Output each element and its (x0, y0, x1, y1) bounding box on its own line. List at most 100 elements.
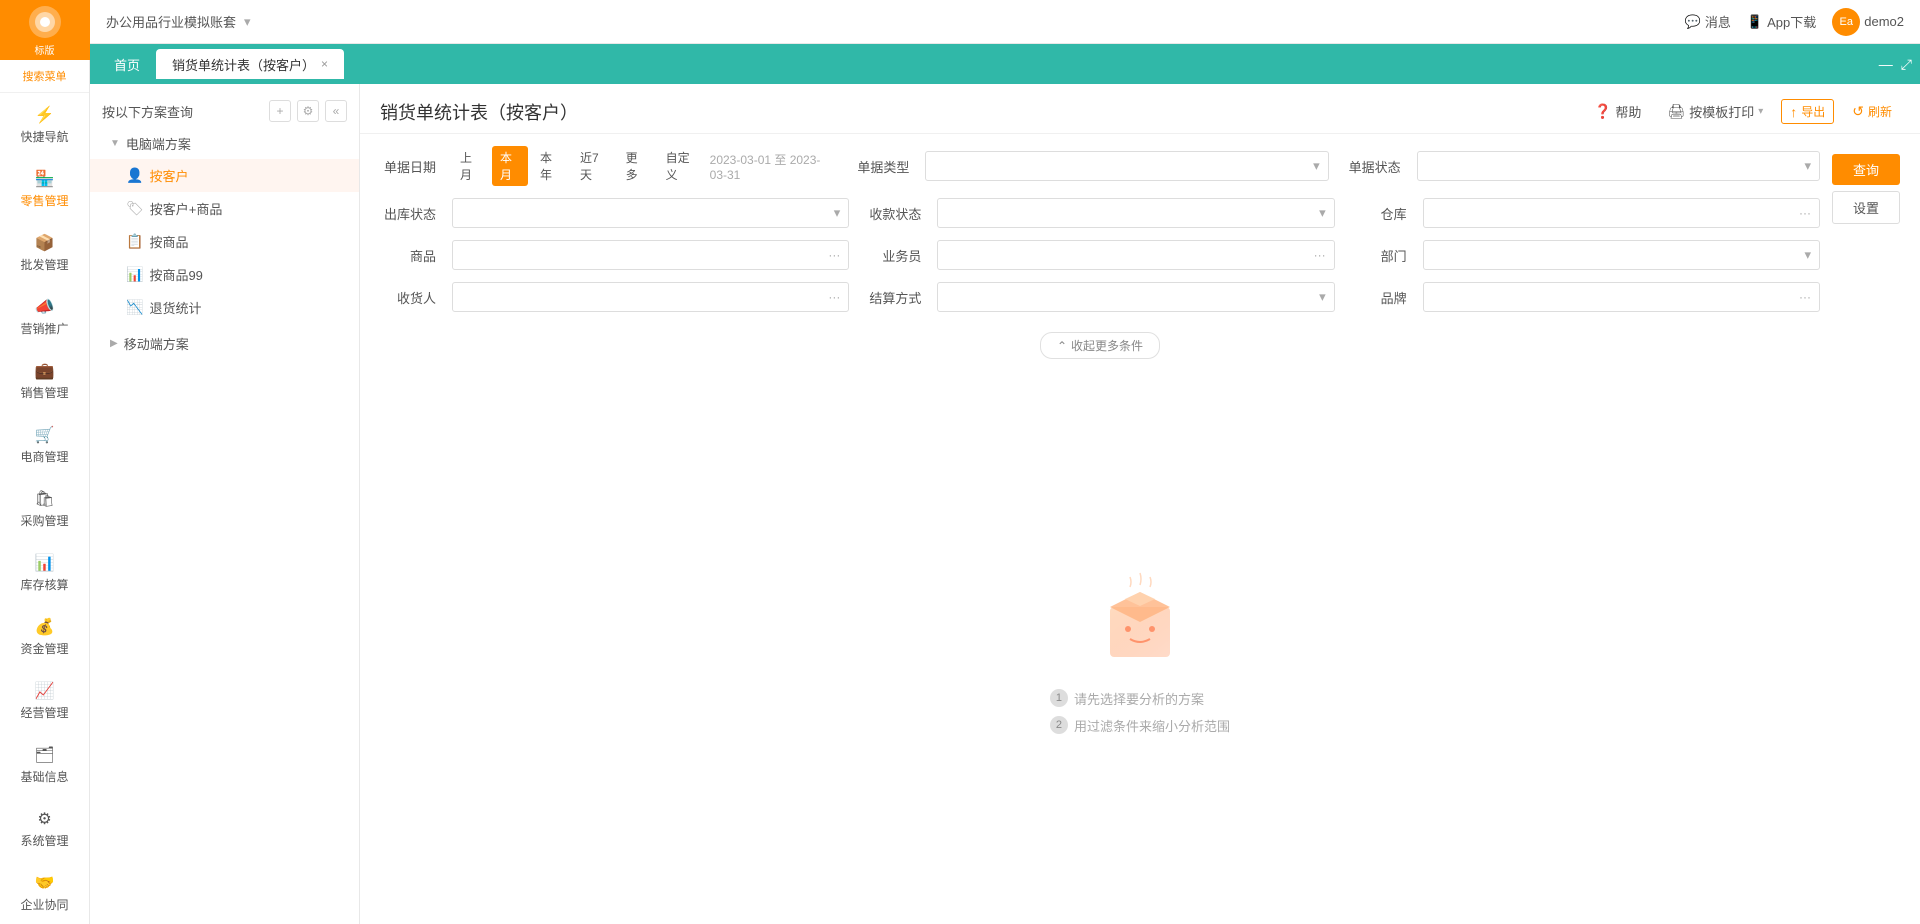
left-panel: 按以下方案查询 + ⚙ « ▼ 电脑端方案 (90, 84, 360, 924)
expand-icon[interactable]: ⤢ (1901, 56, 1912, 73)
sidebar-item-sales[interactable]: 💼 销售管理 (0, 349, 89, 413)
page-actions: ❓ 帮助 🖨 按模板打印 ▾ ↑ 导出 ↺ 刷新 (1586, 98, 1900, 125)
sidebar-item-quicknav[interactable]: ⚡ 快捷导航 (0, 93, 89, 157)
scheme-group-mobile-title[interactable]: ▶ 移动端方案 (90, 328, 359, 359)
settings-scheme-btn[interactable]: ⚙ (297, 100, 319, 122)
salesperson-select[interactable]: ··· (937, 240, 1334, 270)
avatar-text: Ea (1840, 16, 1853, 28)
tab-active-label: 销货单统计表（按客户） (172, 55, 315, 74)
message-btn[interactable]: 💬 消息 (1685, 12, 1731, 31)
sidebar-item-inventory-label: 库存核算 (20, 576, 68, 593)
tab-active[interactable]: 销货单统计表（按客户） × (156, 49, 344, 79)
sidebar-item-wholesale[interactable]: 📦 批发管理 (0, 221, 89, 285)
scheme-item-by-goods[interactable]: 📋 按商品 (90, 225, 359, 258)
collapse-panel-btn[interactable]: « (325, 100, 347, 122)
scheme-item-return-stats[interactable]: 📉 退货统计 (90, 291, 359, 324)
date-tab-7days[interactable]: 近7天 (572, 146, 614, 186)
print-icon: 🖨 (1667, 103, 1685, 120)
sidebar-search-link[interactable]: 搜索菜单 (0, 60, 89, 93)
tip1-num: 1 (1050, 689, 1068, 707)
doc-type-select[interactable]: ▾ (925, 151, 1328, 181)
system-icon: ⚙ (37, 809, 51, 829)
empty-text: 1 请先选择要分析的方案 2 用过滤条件来缩小分析范围 (1050, 689, 1230, 735)
receive-status-select[interactable]: ▾ (937, 198, 1334, 228)
filter-wrapper: 单据日期 上月 本月 本年 近7天 更多 自定义 2023-03-01 至 20… (360, 134, 1920, 367)
brand-label: 品牌 (1351, 288, 1407, 307)
brand-more-icon: ··· (1799, 290, 1811, 304)
doc-status-select[interactable]: ▾ (1417, 151, 1820, 181)
goods-icon: 📋 (126, 233, 143, 250)
sales-icon: 💼 (35, 361, 55, 381)
settings-btn[interactable]: 设置 (1832, 191, 1900, 224)
add-scheme-btn[interactable]: + (269, 100, 291, 122)
sidebar-item-retail[interactable]: 🏪 零售管理 (0, 157, 89, 221)
doc-status-label: 单据状态 (1345, 157, 1401, 176)
marketing-icon: 📣 (35, 297, 55, 317)
sidebar-item-marketing[interactable]: 📣 营销推广 (0, 285, 89, 349)
settlement-select[interactable]: ▾ (937, 282, 1334, 312)
sidebar-item-system[interactable]: ⚙ 系统管理 (0, 797, 89, 861)
sidebar-item-finance[interactable]: 💰 资金管理 (0, 605, 89, 669)
date-tab-custom[interactable]: 自定义 (658, 146, 704, 186)
sidebar-item-purchase[interactable]: 🛍 采购管理 (0, 477, 89, 541)
export-btn[interactable]: ↑ 导出 (1781, 99, 1834, 124)
user-profile[interactable]: Ea demo2 (1832, 8, 1904, 36)
doc-status-arrow-icon: ▾ (1804, 158, 1811, 174)
query-btn[interactable]: 查询 (1832, 154, 1900, 185)
collapse-icon: « (333, 104, 340, 118)
topbar-left: 办公用品行业模拟账套 ▾ (106, 12, 251, 31)
sidebar-item-operations[interactable]: 📈 经营管理 (0, 669, 89, 733)
department-select[interactable]: ▾ (1423, 240, 1820, 270)
filter-row-4: 收货人 ··· 结算方式 ▾ 品牌 ··· (380, 282, 1820, 312)
sidebar-item-inventory[interactable]: 📊 库存核算 (0, 541, 89, 605)
app-download-icon: 📱 (1747, 14, 1763, 30)
filter-row-2: 出库状态 ▾ 收款状态 ▾ 仓库 ··· (380, 198, 1820, 228)
message-icon: 💬 (1685, 14, 1701, 30)
sidebar-item-ecommerce[interactable]: 🛒 电商管理 (0, 413, 89, 477)
app-download-label: App下载 (1767, 12, 1816, 31)
right-content: 销货单统计表（按客户） ❓ 帮助 🖨 按模板打印 ▾ ↑ 导出 (360, 84, 1920, 924)
topbar-dropdown-icon[interactable]: ▾ (244, 14, 251, 30)
quicknav-icon: ⚡ (35, 105, 55, 125)
consignee-label: 收货人 (380, 288, 436, 307)
brand-select[interactable]: ··· (1423, 282, 1820, 312)
app-download-btn[interactable]: 📱 App下载 (1747, 12, 1816, 31)
empty-state: 1 请先选择要分析的方案 2 用过滤条件来缩小分析范围 (360, 367, 1920, 924)
scheme-item-by-customer-goods[interactable]: 🏷 按客户+商品 (90, 192, 359, 225)
consignee-select[interactable]: ··· (452, 282, 849, 312)
user-goods-icon: 🏷 (126, 200, 144, 217)
finance-icon: 💰 (35, 617, 55, 637)
tab-close-icon[interactable]: × (321, 57, 328, 71)
scheme-group-desktop-title[interactable]: ▼ 电脑端方案 (90, 128, 359, 159)
date-tab-lastmonth[interactable]: 上月 (452, 146, 488, 186)
sidebar-item-basic[interactable]: 🗂 基础信息 (0, 733, 89, 797)
tab-home-label: 首页 (114, 55, 140, 74)
out-status-arrow-icon: ▾ (834, 205, 841, 221)
date-tab-thisyear[interactable]: 本年 (532, 146, 568, 186)
tab-home[interactable]: 首页 (98, 49, 156, 79)
basic-icon: 🗂 (34, 745, 54, 765)
sidebar-item-finance-label: 资金管理 (20, 640, 68, 657)
help-label: 帮助 (1615, 102, 1641, 121)
doc-type-arrow-icon: ▾ (1313, 158, 1320, 174)
user-icon: 👤 (126, 167, 143, 184)
goods-select[interactable]: ··· (452, 240, 849, 270)
sidebar-item-enterprise-label: 企业协同 (20, 896, 68, 913)
refresh-btn[interactable]: ↺ 刷新 (1844, 99, 1900, 124)
collapse-btn[interactable]: ⌃ 收起更多条件 (1040, 332, 1160, 359)
date-tab-thismonth[interactable]: 本月 (492, 146, 528, 186)
minimize-icon[interactable]: — (1879, 56, 1893, 72)
sidebar-item-enterprise[interactable]: 🤝 企业协同 (0, 861, 89, 924)
warehouse-select[interactable]: ··· (1423, 198, 1820, 228)
receive-status-arrow-icon: ▾ (1319, 205, 1326, 221)
filter-row-1: 单据日期 上月 本月 本年 近7天 更多 自定义 2023-03-01 至 20… (380, 146, 1820, 186)
scheme-item-by-customer[interactable]: 👤 按客户 (90, 159, 359, 192)
print-btn[interactable]: 🖨 按模板打印 ▾ (1659, 98, 1771, 125)
scheme-item-by-goods99[interactable]: 📊 按商品99 (90, 258, 359, 291)
message-label: 消息 (1705, 12, 1731, 31)
out-status-select[interactable]: ▾ (452, 198, 849, 228)
wholesale-icon: 📦 (35, 233, 55, 253)
group-mobile-label: 移动端方案 (124, 334, 189, 353)
help-btn[interactable]: ❓ 帮助 (1586, 98, 1649, 125)
date-tab-more[interactable]: 更多 (618, 146, 654, 186)
